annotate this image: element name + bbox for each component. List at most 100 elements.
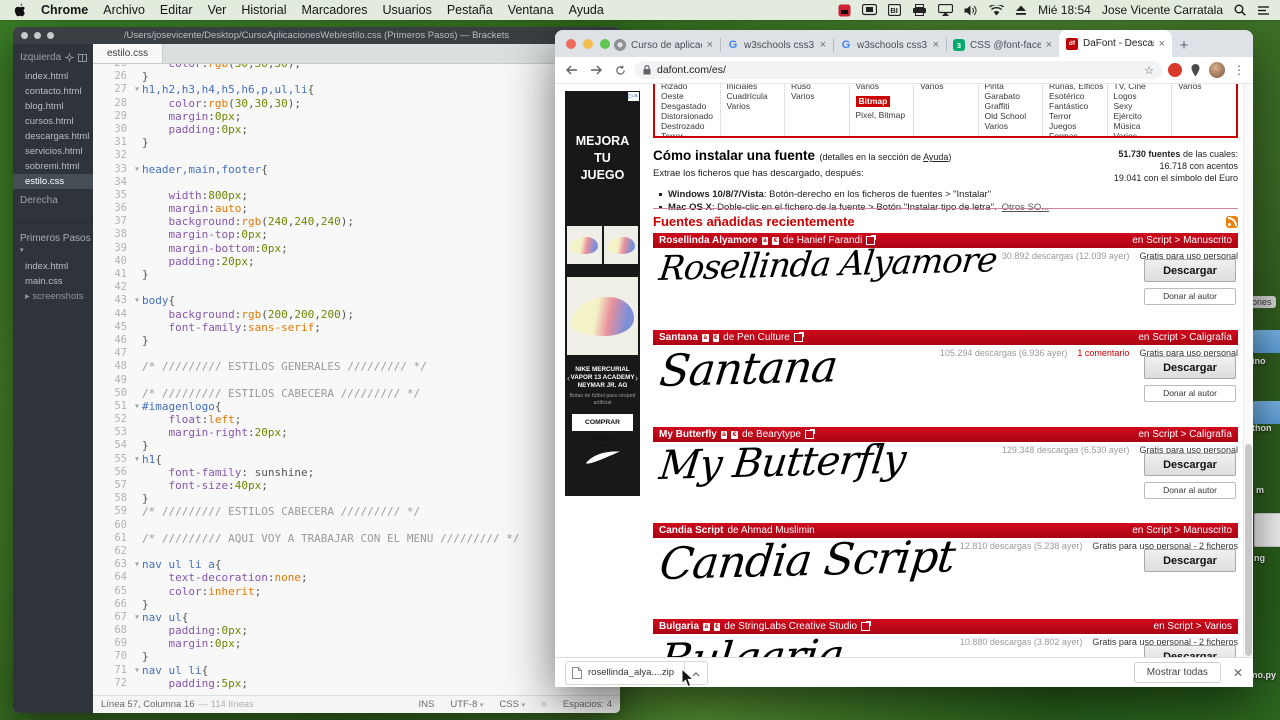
- category-link[interactable]: Varios: [1114, 131, 1170, 136]
- working-file-servicios.html[interactable]: servicios.html: [13, 144, 93, 159]
- close-button[interactable]: [21, 32, 28, 39]
- project-file-index.html[interactable]: index.html: [13, 259, 93, 274]
- working-file-index.html[interactable]: index.html: [13, 69, 93, 84]
- printer-icon[interactable]: [912, 4, 927, 16]
- desktop-folder-icon[interactable]: [1252, 401, 1280, 424]
- category-link[interactable]: Terror: [1049, 111, 1105, 121]
- font-category-link[interactable]: en Script > Manuscrito: [1132, 525, 1232, 536]
- language-selector[interactable]: CSS ▾: [499, 699, 525, 710]
- working-file-sobremi.html[interactable]: sobremi.html: [13, 159, 93, 174]
- adchoices-icon[interactable]: ▷×: [627, 92, 639, 101]
- code-line[interactable]: 36 margin:auto;: [93, 202, 620, 215]
- font-preview-sample[interactable]: My Butterfly: [657, 437, 908, 489]
- profile-avatar[interactable]: [1209, 62, 1225, 78]
- code-line[interactable]: 56 font-family: sunshine;: [93, 466, 620, 479]
- close-button[interactable]: [566, 39, 576, 49]
- menu-editar[interactable]: Editar: [160, 3, 193, 17]
- category-link[interactable]: Música: [1114, 121, 1170, 131]
- ad-product-thumbnails[interactable]: [567, 226, 638, 264]
- desktop-folder-icon[interactable]: [1252, 330, 1280, 353]
- category-link[interactable]: Varios: [856, 84, 912, 91]
- code-line[interactable]: 50 /* ///////// ESTILOS CABECERA ////////…: [93, 387, 620, 400]
- category-link[interactable]: Varios: [1178, 84, 1234, 91]
- code-line[interactable]: 38 margin-top:0px;: [93, 228, 620, 241]
- font-preview-sample[interactable]: Rosellinda Alyamore: [657, 240, 999, 289]
- category-link[interactable]: Garabato: [985, 91, 1041, 101]
- category-link[interactable]: Formas: [1049, 131, 1105, 136]
- app-status-icon[interactable]: [838, 4, 851, 17]
- download-font-button[interactable]: Descargar: [1144, 645, 1236, 657]
- chrome-window[interactable]: ⊕Curso de aplicacion×Gw3schools css3 lis…: [555, 30, 1253, 687]
- donate-author-button[interactable]: Donar al autor: [1144, 482, 1236, 499]
- code-line[interactable]: 69 margin:0px;: [93, 637, 620, 650]
- working-file-descargas.html[interactable]: descargas.html: [13, 129, 93, 144]
- code-line[interactable]: 63 ▼ nav ul li a{: [93, 558, 620, 571]
- menu-pestaña[interactable]: Pestaña: [447, 3, 493, 17]
- adblock-extension-icon[interactable]: [1168, 63, 1182, 77]
- code-line[interactable]: 28 color:rgb(30,30,30);: [93, 97, 620, 110]
- category-link[interactable]: Logos: [1114, 91, 1170, 101]
- code-line[interactable]: 68 padding:0px;: [93, 624, 620, 637]
- close-shelf-icon[interactable]: ✕: [1233, 666, 1243, 680]
- code-line[interactable]: 43 ▼ body{: [93, 294, 620, 307]
- category-link[interactable]: Varios: [791, 91, 847, 101]
- fold-arrow-icon[interactable]: ▼: [132, 294, 142, 307]
- working-file-estilo.css[interactable]: estilo.css: [13, 174, 93, 189]
- code-line[interactable]: 55 ▼ h1{: [93, 453, 620, 466]
- sidebar-ad[interactable]: ▷× MEJORA TU JUEGO ‹ › NIKE MERCURIAL VAPOR…: [565, 91, 640, 496]
- category-link[interactable]: Ejército: [1114, 111, 1170, 121]
- download-font-button[interactable]: Descargar: [1144, 259, 1236, 282]
- category-link[interactable]: Ruso: [791, 84, 847, 91]
- code-line[interactable]: 52 float:left;: [93, 413, 620, 426]
- code-line[interactable]: 72 padding:5px;: [93, 677, 620, 690]
- menu-ayuda[interactable]: Ayuda: [569, 3, 604, 17]
- tab-close-icon[interactable]: ×: [1046, 39, 1052, 51]
- category-link[interactable]: Iniciales: [727, 84, 783, 91]
- font-entry-header[interactable]: Santana á € de Pen Culture en Script > Calig…: [653, 330, 1238, 345]
- volume-icon[interactable]: [964, 5, 978, 16]
- brackets-titlebar[interactable]: /Users/josevicente/Desktop/CursoAplicaci…: [13, 27, 620, 44]
- url-text[interactable]: dafont.com/es/: [657, 64, 1138, 76]
- code-line[interactable]: 31}: [93, 136, 620, 149]
- code-line[interactable]: 70}: [93, 650, 620, 663]
- category-link[interactable]: Varios: [920, 84, 976, 91]
- category-link[interactable]: Graffiti: [985, 101, 1041, 111]
- minimize-button[interactable]: [583, 39, 593, 49]
- code-line[interactable]: 67 ▼ nav ul{: [93, 611, 620, 624]
- font-author-link[interactable]: de Ahmad Muslimin: [727, 525, 814, 536]
- font-preview-sample[interactable]: Santana: [657, 341, 840, 397]
- category-link[interactable]: Desgastado: [661, 101, 718, 111]
- category-link[interactable]: Rizado: [661, 84, 718, 91]
- back-button[interactable]: [563, 61, 581, 79]
- overwrite-indicator[interactable]: INS: [419, 699, 435, 710]
- code-line[interactable]: 65 color:inherit;: [93, 585, 620, 598]
- address-bar[interactable]: dafont.com/es/ ☆: [635, 61, 1162, 79]
- category-link[interactable]: Varios: [985, 121, 1041, 131]
- code-line[interactable]: 33 ▼ header,main,footer{: [93, 163, 620, 176]
- font-category-link[interactable]: en Script > Varios: [1154, 621, 1232, 632]
- external-link-icon[interactable]: [793, 332, 804, 342]
- menu-chrome[interactable]: Chrome: [41, 3, 88, 17]
- category-link[interactable]: TV, Cine: [1114, 84, 1170, 91]
- spotlight-search-icon[interactable]: [1234, 4, 1246, 16]
- fold-arrow-icon[interactable]: ▼: [132, 163, 142, 176]
- code-line[interactable]: 64 text-decoration:none;: [93, 571, 620, 584]
- notification-center-icon[interactable]: [1257, 5, 1270, 16]
- new-tab-button[interactable]: +: [1172, 33, 1196, 57]
- donate-author-button[interactable]: Donar al autor: [1144, 385, 1236, 402]
- tab-close-icon[interactable]: ×: [1159, 38, 1165, 50]
- extension-pin-icon[interactable]: [1190, 63, 1201, 77]
- font-name-link[interactable]: Rosellinda Alyamore: [659, 235, 758, 246]
- category-link[interactable]: Terror: [661, 131, 718, 136]
- apple-menu-icon[interactable]: [14, 3, 26, 17]
- zoom-button[interactable]: [47, 32, 54, 39]
- show-all-downloads-button[interactable]: Mostrar todas: [1133, 662, 1221, 683]
- browser-tab[interactable]: df DaFont - Descargar ×: [1059, 30, 1172, 57]
- working-file-contacto.html[interactable]: contacto.html: [13, 84, 93, 99]
- category-link[interactable]: Distorsionado: [661, 111, 718, 121]
- code-line[interactable]: 48 /* ///////// ESTILOS GENERALES ///////…: [93, 360, 620, 373]
- category-link[interactable]: Pinta: [985, 84, 1041, 91]
- download-font-button[interactable]: Descargar: [1144, 549, 1236, 572]
- tab-close-icon[interactable]: ×: [933, 39, 939, 51]
- category-link[interactable]: Esotérico: [1049, 91, 1105, 101]
